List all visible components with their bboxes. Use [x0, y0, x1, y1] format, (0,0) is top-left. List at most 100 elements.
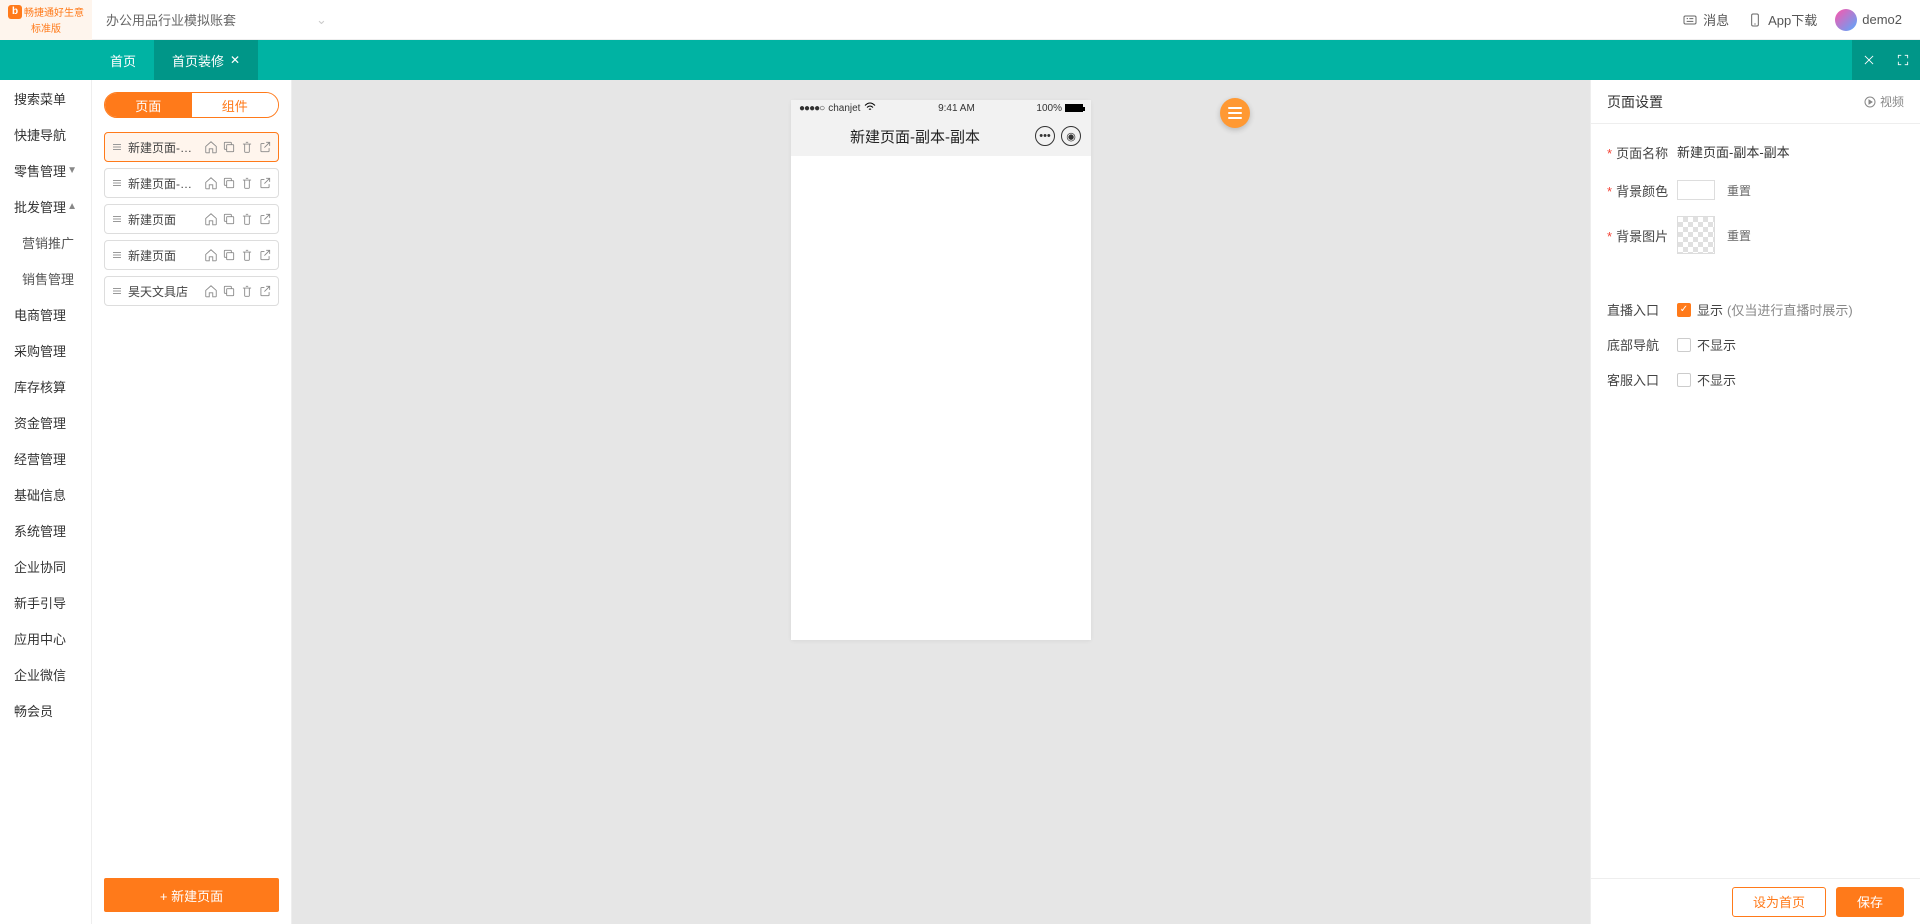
sidebar-item-basic[interactable]: 基础信息: [0, 476, 91, 512]
tabs-bar: 首页 首页装修 ✕: [0, 40, 1920, 80]
sidebar-item-member[interactable]: 畅会员: [0, 692, 91, 728]
share-icon[interactable]: [258, 248, 272, 262]
page-component-toggle: 页面 组件: [104, 92, 279, 118]
page-list-item[interactable]: 昊天文具店: [104, 276, 279, 306]
share-icon[interactable]: [258, 284, 272, 298]
phone-preview: ●●●●○ chanjet 9:41 AM 100% 新建页面-副本-副本 ••…: [791, 100, 1091, 640]
fullscreen-button[interactable]: [1886, 40, 1920, 80]
logo-mark-icon: b: [8, 5, 22, 19]
page-item-name: 新建页面-副本-...: [128, 139, 199, 156]
copy-icon[interactable]: [222, 248, 236, 262]
home-icon[interactable]: [204, 284, 218, 298]
page-list-item[interactable]: 新建页面: [104, 204, 279, 234]
sidebar-item-system[interactable]: 系统管理: [0, 512, 91, 548]
logo[interactable]: b 畅捷通好生意 标准版: [0, 0, 92, 40]
page-item-name: 新建页面: [128, 211, 199, 228]
dropdown-label: 办公用品行业模拟账套: [106, 10, 236, 29]
sidebar-item-sales[interactable]: 销售管理: [0, 260, 91, 296]
drag-handle-icon[interactable]: [111, 285, 123, 297]
toggle-page[interactable]: 页面: [105, 93, 192, 117]
sidebar-item-collab[interactable]: 企业协同: [0, 548, 91, 584]
phone-titlebar: 新建页面-副本-副本 ••• ◉: [791, 116, 1091, 156]
toggle-component[interactable]: 组件: [192, 93, 279, 117]
page-item-name: 新建页面-副本: [128, 175, 199, 192]
canvas: ●●●●○ chanjet 9:41 AM 100% 新建页面-副本-副本 ••…: [292, 80, 1590, 924]
sidebar-item-wholesale[interactable]: 批发管理▲: [0, 188, 91, 224]
copy-icon[interactable]: [222, 176, 236, 190]
tab-home[interactable]: 首页: [92, 40, 154, 80]
sidebar-item-wechat[interactable]: 企业微信: [0, 656, 91, 692]
live-entry-checkbox[interactable]: [1677, 303, 1691, 317]
drag-handle-icon[interactable]: [111, 141, 123, 153]
copy-icon[interactable]: [222, 284, 236, 298]
phone-icon: [1747, 12, 1763, 28]
sidebar-item-appcenter[interactable]: 应用中心: [0, 620, 91, 656]
sidebar-item-quicknav[interactable]: 快捷导航: [0, 116, 91, 152]
username: demo2: [1862, 12, 1902, 27]
set-home-button[interactable]: 设为首页: [1732, 887, 1826, 917]
page-list-item[interactable]: 新建页面: [104, 240, 279, 270]
delete-icon[interactable]: [240, 140, 254, 154]
collapse-settings-button[interactable]: [1220, 98, 1250, 128]
page-item-name: 新建页面: [128, 247, 199, 264]
new-page-button[interactable]: + 新建页面: [104, 878, 279, 912]
avatar: [1835, 9, 1857, 31]
battery-icon: [1065, 104, 1083, 112]
page-list-item[interactable]: 新建页面-副本-...: [104, 132, 279, 162]
tab-decorate[interactable]: 首页装修 ✕: [154, 40, 258, 80]
home-icon[interactable]: [204, 140, 218, 154]
miniprogram-close-icon[interactable]: ◉: [1061, 126, 1081, 146]
app-download-link[interactable]: App下载: [1747, 10, 1817, 29]
save-button[interactable]: 保存: [1836, 887, 1904, 917]
delete-icon[interactable]: [240, 176, 254, 190]
page-list-item[interactable]: 新建页面-副本: [104, 168, 279, 198]
sidebar-item-inventory[interactable]: 库存核算: [0, 368, 91, 404]
delete-icon[interactable]: [240, 212, 254, 226]
bg-color-swatch[interactable]: [1677, 180, 1715, 200]
brand-name: 畅捷通好生意: [24, 4, 84, 19]
copy-icon[interactable]: [222, 140, 236, 154]
drag-handle-icon[interactable]: [111, 177, 123, 189]
drag-handle-icon[interactable]: [111, 249, 123, 261]
sidebar-item-marketing[interactable]: 营销推广: [0, 224, 91, 260]
delete-icon[interactable]: [240, 248, 254, 262]
home-icon[interactable]: [204, 176, 218, 190]
user-menu[interactable]: demo2: [1835, 9, 1902, 31]
miniprogram-menu-icon[interactable]: •••: [1035, 126, 1055, 146]
video-help-link[interactable]: 视频: [1864, 93, 1904, 110]
copy-icon[interactable]: [222, 212, 236, 226]
sidebar-item-purchase[interactable]: 采购管理: [0, 332, 91, 368]
top-header: b 畅捷通好生意 标准版 办公用品行业模拟账套 ⌄ 消息 App下载 demo2: [0, 0, 1920, 40]
messages-link[interactable]: 消息: [1682, 10, 1729, 29]
chevron-down-icon: ⌄: [316, 12, 327, 28]
bottom-nav-checkbox[interactable]: [1677, 338, 1691, 352]
sidebar-item-search[interactable]: 搜索菜单: [0, 80, 91, 116]
reset-bg-color[interactable]: 重置: [1727, 182, 1751, 199]
page-list-panel: 页面 组件 新建页面-副本-... 新建页面-副本 新建页面: [92, 80, 292, 924]
play-icon: [1864, 96, 1876, 108]
home-icon[interactable]: [204, 212, 218, 226]
drag-handle-icon[interactable]: [111, 213, 123, 225]
delete-icon[interactable]: [240, 284, 254, 298]
message-icon: [1682, 12, 1698, 28]
share-icon[interactable]: [258, 140, 272, 154]
sidebar-item-funds[interactable]: 资金管理: [0, 404, 91, 440]
close-icon[interactable]: ✕: [230, 53, 240, 67]
sidebar: 搜索菜单 快捷导航 零售管理▼ 批发管理▲ 营销推广 销售管理 电商管理 采购管…: [0, 80, 92, 924]
sidebar-item-retail[interactable]: 零售管理▼: [0, 152, 91, 188]
service-entry-checkbox[interactable]: [1677, 373, 1691, 387]
bg-image-picker[interactable]: [1677, 216, 1715, 254]
wifi-icon: [864, 102, 876, 114]
close-all-tabs-button[interactable]: [1852, 40, 1886, 80]
caret-up-icon: ▲: [67, 201, 77, 212]
sidebar-item-ecommerce[interactable]: 电商管理: [0, 296, 91, 332]
reset-bg-image[interactable]: 重置: [1727, 227, 1751, 244]
home-icon[interactable]: [204, 248, 218, 262]
sidebar-item-guide[interactable]: 新手引导: [0, 584, 91, 620]
sidebar-item-operation[interactable]: 经营管理: [0, 440, 91, 476]
phone-body[interactable]: [791, 156, 1091, 640]
share-icon[interactable]: [258, 176, 272, 190]
account-set-dropdown[interactable]: 办公用品行业模拟账套 ⌄: [106, 10, 327, 29]
share-icon[interactable]: [258, 212, 272, 226]
page-name-input[interactable]: [1677, 140, 1904, 164]
